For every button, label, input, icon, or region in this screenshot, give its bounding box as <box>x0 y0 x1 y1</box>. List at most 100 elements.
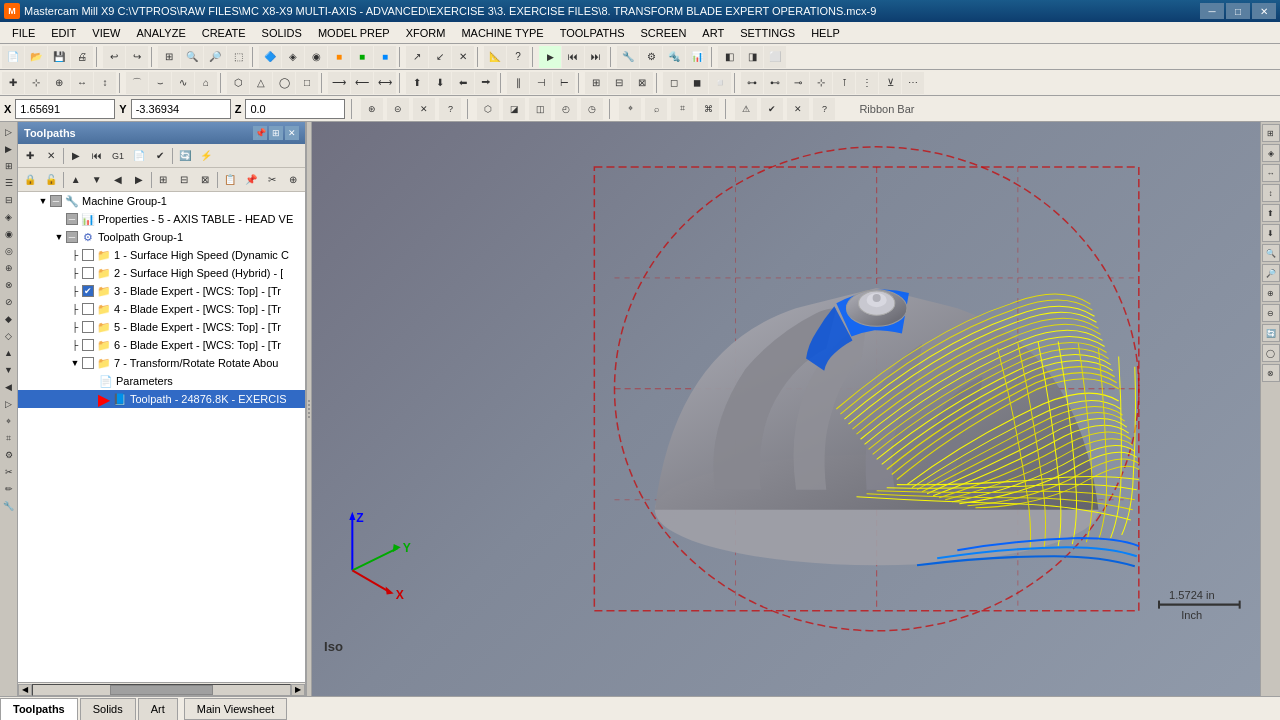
tp-verify[interactable]: ▶ <box>66 146 86 166</box>
tb-select[interactable]: ↗ <box>406 46 428 68</box>
tb2-23[interactable]: ⊢ <box>553 72 575 94</box>
tab-solids[interactable]: Solids <box>80 698 136 720</box>
tb-deselect[interactable]: ↙ <box>429 46 451 68</box>
tb2-17[interactable]: ⬆ <box>406 72 428 94</box>
rp-icon-10[interactable]: ⊖ <box>1262 304 1280 322</box>
minimize-button[interactable]: ─ <box>1200 3 1224 19</box>
expander-tpgroup[interactable]: ▼ <box>52 230 66 244</box>
lp-icon-9[interactable]: ⊕ <box>1 260 17 276</box>
tp2-arrow-dn[interactable]: ▼ <box>87 170 107 190</box>
menu-xform[interactable]: XFORM <box>398 25 454 41</box>
tp-remove[interactable]: ✕ <box>41 146 61 166</box>
tb-simulate[interactable]: ⏭ <box>585 46 607 68</box>
coord-tb10[interactable]: ⌖ <box>619 98 641 120</box>
viewport[interactable]: Z Y X 1.5724 in Inch Iso <box>312 122 1280 696</box>
tb2-13[interactable]: □ <box>296 72 318 94</box>
coord-tb14[interactable]: ⚠ <box>735 98 757 120</box>
tb2-19[interactable]: ⬅ <box>452 72 474 94</box>
menu-art[interactable]: ART <box>694 25 732 41</box>
tree-item-op6[interactable]: ├ 📁 6 - Blade Expert - [WCS: Top] - [Tr <box>18 336 305 354</box>
tb2-4[interactable]: ↔ <box>71 72 93 94</box>
lp-icon-6[interactable]: ◈ <box>1 209 17 225</box>
tb-xform[interactable]: 🔧 <box>617 46 639 68</box>
tb2-34[interactable]: ⊺ <box>833 72 855 94</box>
tp2-copy[interactable]: 📋 <box>220 170 240 190</box>
scroll-left-btn[interactable]: ◀ <box>18 684 32 696</box>
tb2-30[interactable]: ⊶ <box>741 72 763 94</box>
lp-icon-1[interactable]: ▷ <box>1 124 17 140</box>
expander-op3[interactable]: ├ <box>68 284 82 298</box>
tp2-invert[interactable]: ⊠ <box>195 170 215 190</box>
menu-model-prep[interactable]: MODEL PREP <box>310 25 398 41</box>
checkbox-machine-group[interactable]: ─ <box>50 195 62 207</box>
checkbox-op5[interactable] <box>82 321 94 333</box>
tb-post[interactable]: 📊 <box>686 46 708 68</box>
lp-icon-7[interactable]: ◉ <box>1 226 17 242</box>
coord-tb11[interactable]: ⌕ <box>645 98 667 120</box>
tree-item-op7[interactable]: ▼ 📁 7 - Transform/Rotate Rotate Abou <box>18 354 305 372</box>
lp-icon-22[interactable]: ✏ <box>1 481 17 497</box>
tb2-1[interactable]: ✚ <box>2 72 24 94</box>
menu-view[interactable]: VIEW <box>84 25 128 41</box>
tb-color2[interactable]: ■ <box>351 46 373 68</box>
tb2-7[interactable]: ⌣ <box>149 72 171 94</box>
checkbox-props[interactable]: ─ <box>66 213 78 225</box>
expander-tpnode[interactable] <box>84 392 98 406</box>
lp-icon-20[interactable]: ⚙ <box>1 447 17 463</box>
expander-op4[interactable]: ├ <box>68 302 82 316</box>
panel-dock-btn[interactable]: ⊞ <box>269 126 283 140</box>
lp-icon-17[interactable]: ▷ <box>1 396 17 412</box>
rp-icon-4[interactable]: ↕ <box>1262 184 1280 202</box>
tree-item-params[interactable]: 📄 Parameters <box>18 372 305 390</box>
tb2-31[interactable]: ⊷ <box>764 72 786 94</box>
tp-post[interactable]: 📄 <box>129 146 149 166</box>
expander-params[interactable] <box>84 374 98 388</box>
tb2-20[interactable]: ⮕ <box>475 72 497 94</box>
tb2-5[interactable]: ↕ <box>94 72 116 94</box>
scroll-right-btn[interactable]: ▶ <box>291 684 305 696</box>
tb2-37[interactable]: ⋯ <box>902 72 924 94</box>
menu-create[interactable]: CREATE <box>194 25 254 41</box>
lp-icon-14[interactable]: ▲ <box>1 345 17 361</box>
coord-tb16[interactable]: ✕ <box>787 98 809 120</box>
tp2-unlock[interactable]: 🔓 <box>41 170 61 190</box>
expander-props[interactable] <box>52 212 66 226</box>
coord-tb5[interactable]: ⬡ <box>477 98 499 120</box>
tp2-arrow-l[interactable]: ◀ <box>108 170 128 190</box>
tb2-14[interactable]: ⟶ <box>328 72 350 94</box>
lp-icon-5[interactable]: ⊟ <box>1 192 17 208</box>
menu-edit[interactable]: EDIT <box>43 25 84 41</box>
coord-tb2[interactable]: ⊝ <box>387 98 409 120</box>
lp-icon-8[interactable]: ◎ <box>1 243 17 259</box>
tree-item-op3[interactable]: ├ ✔ 📁 3 - Blade Expert - [WCS: Top] - [T… <box>18 282 305 300</box>
tb2-3[interactable]: ⊕ <box>48 72 70 94</box>
tb2-29[interactable]: ◽ <box>709 72 731 94</box>
coord-tb15[interactable]: ✔ <box>761 98 783 120</box>
tp2-paste[interactable]: 📌 <box>241 170 261 190</box>
main-viewsheet[interactable]: Main Viewsheet <box>184 698 287 720</box>
tb2-15[interactable]: ⟵ <box>351 72 373 94</box>
menu-analyze[interactable]: ANALYZE <box>128 25 193 41</box>
tb-color1[interactable]: ■ <box>328 46 350 68</box>
tb-undo[interactable]: ↩ <box>103 46 125 68</box>
tb-ops[interactable]: ⚙ <box>640 46 662 68</box>
tree-item-properties[interactable]: ─ 📊 Properties - 5 - AXIS TABLE - HEAD V… <box>18 210 305 228</box>
tb2-2[interactable]: ⊹ <box>25 72 47 94</box>
tb2-10[interactable]: ⬡ <box>227 72 249 94</box>
checkbox-op3[interactable]: ✔ <box>82 285 94 297</box>
tab-art[interactable]: Art <box>138 698 178 720</box>
tb2-32[interactable]: ⊸ <box>787 72 809 94</box>
panel-pin-btn[interactable]: 📌 <box>253 126 267 140</box>
tb-zoom-out[interactable]: 🔎 <box>204 46 226 68</box>
tb-shading[interactable]: 🔷 <box>259 46 281 68</box>
menu-settings[interactable]: SETTINGS <box>732 25 803 41</box>
tp-check[interactable]: ✔ <box>150 146 170 166</box>
tb2-33[interactable]: ⊹ <box>810 72 832 94</box>
tb-analyze[interactable]: 📐 <box>484 46 506 68</box>
tb2-24[interactable]: ⊞ <box>585 72 607 94</box>
tp-regen[interactable]: 🔄 <box>175 146 195 166</box>
tb-save[interactable]: 💾 <box>48 46 70 68</box>
lp-icon-21[interactable]: ✂ <box>1 464 17 480</box>
expander-op2[interactable]: ├ <box>68 266 82 280</box>
tree-item-op2[interactable]: ├ 📁 2 - Surface High Speed (Hybrid) - [ <box>18 264 305 282</box>
